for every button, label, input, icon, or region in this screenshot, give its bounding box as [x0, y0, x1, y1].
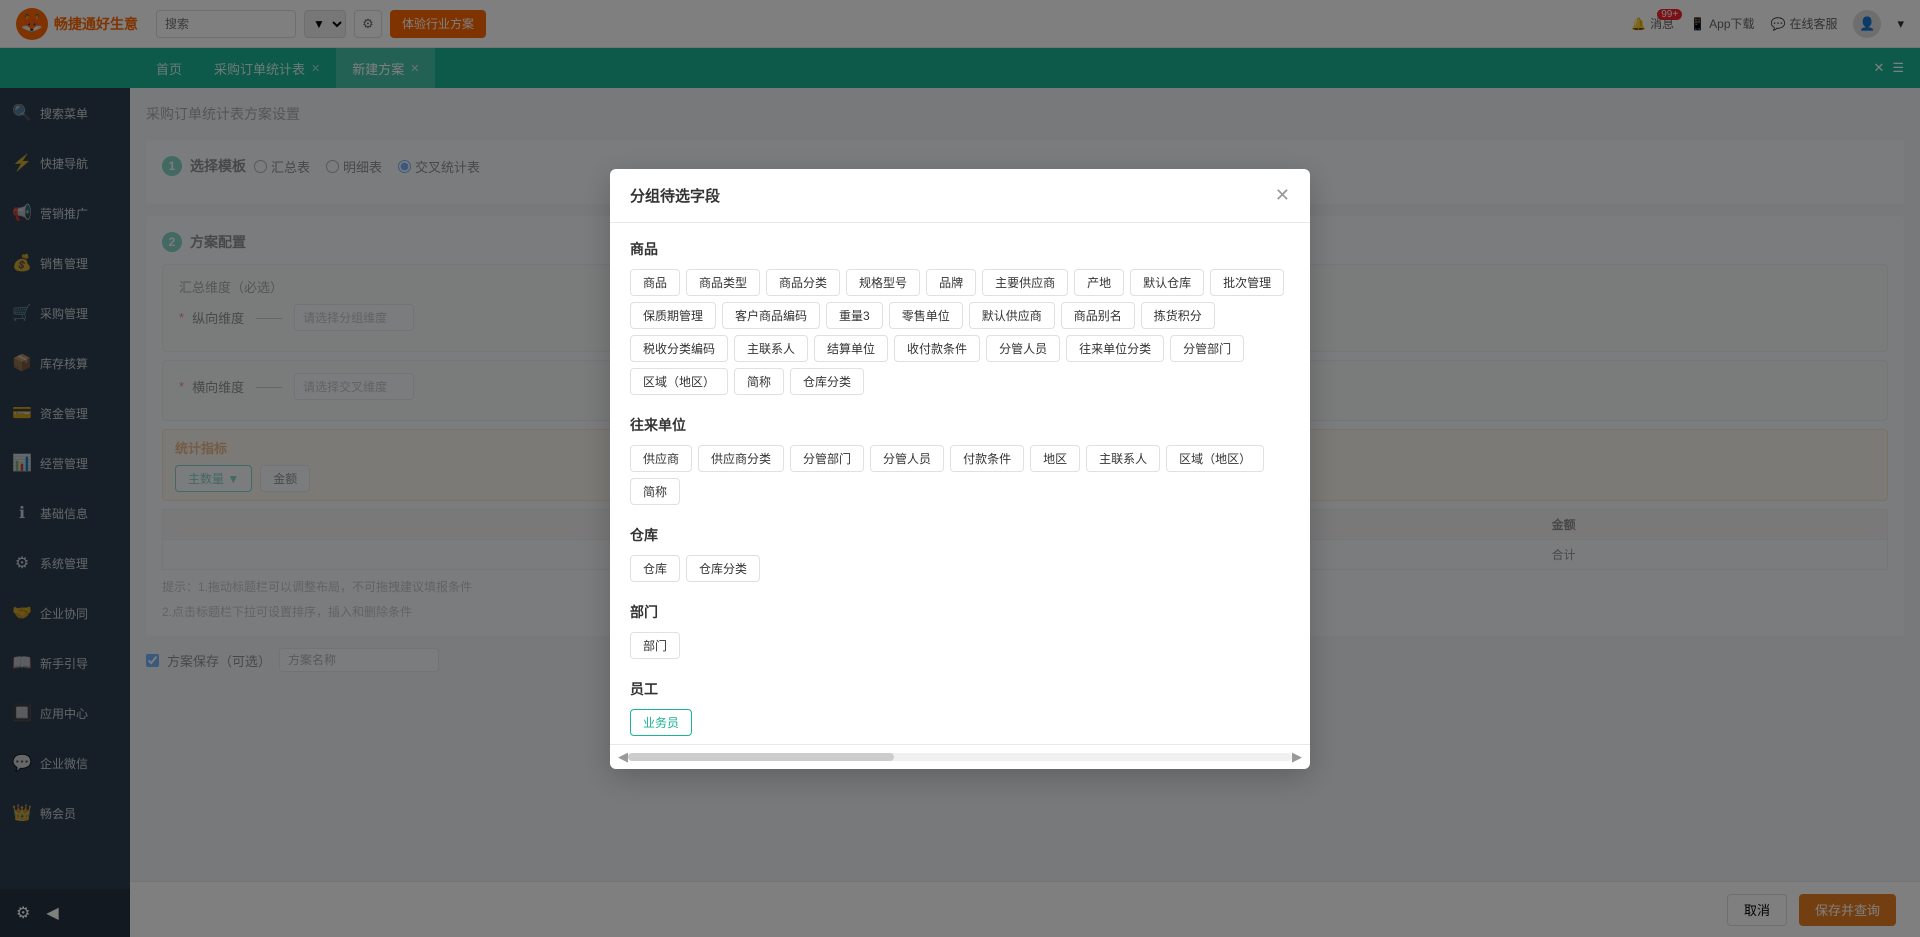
- field-tag-batch[interactable]: 批次管理: [1210, 269, 1284, 296]
- field-tag-main-supplier[interactable]: 主要供应商: [982, 269, 1068, 296]
- field-tag-area[interactable]: 地区: [1030, 445, 1080, 472]
- field-group-dept: 部门 部门: [630, 602, 1290, 659]
- field-group-warehouse: 仓库 仓库 仓库分类: [630, 525, 1290, 582]
- modal-body: 商品 商品 商品类型 商品分类 规格型号 品牌 主要供应商 产地 默认仓库 批次…: [610, 223, 1310, 744]
- field-tag-manage-dept[interactable]: 分管部门: [790, 445, 864, 472]
- field-group-dept-title: 部门: [630, 602, 1290, 622]
- field-group-goods-title: 商品: [630, 239, 1290, 259]
- scroll-left-arrow[interactable]: ◀: [618, 749, 628, 765]
- field-tag-salesperson[interactable]: 业务员: [630, 709, 692, 736]
- field-tags-goods: 商品 商品类型 商品分类 规格型号 品牌 主要供应商 产地 默认仓库 批次管理 …: [630, 269, 1290, 395]
- horizontal-scrollbar[interactable]: [628, 753, 1292, 761]
- field-tag-region[interactable]: 区域（地区）: [630, 368, 728, 395]
- field-tag-partner-cat[interactable]: 往来单位分类: [1066, 335, 1164, 362]
- field-tag-goods[interactable]: 商品: [630, 269, 680, 296]
- field-tag-manager[interactable]: 分管人员: [986, 335, 1060, 362]
- field-tags-warehouse: 仓库 仓库分类: [630, 555, 1290, 582]
- field-tag-pick-pts[interactable]: 拣货积分: [1141, 302, 1215, 329]
- field-tag-dept[interactable]: 分管部门: [1170, 335, 1244, 362]
- field-tag-spec[interactable]: 规格型号: [846, 269, 920, 296]
- field-tag-default-sup[interactable]: 默认供应商: [969, 302, 1055, 329]
- modal-header: 分组待选字段 ✕: [610, 169, 1310, 223]
- field-tag-alias[interactable]: 商品别名: [1061, 302, 1135, 329]
- field-tag-weight[interactable]: 重量3: [826, 302, 883, 329]
- field-tag-retail-unit[interactable]: 零售单位: [889, 302, 963, 329]
- field-tag-main-contact[interactable]: 主联系人: [734, 335, 808, 362]
- field-tags-employee: 业务员: [630, 709, 1290, 736]
- modal-close-button[interactable]: ✕: [1275, 186, 1290, 204]
- field-tag-warehouse-cat[interactable]: 仓库分类: [686, 555, 760, 582]
- field-tag-wh-cat[interactable]: 仓库分类: [790, 368, 864, 395]
- field-tag-settle-unit[interactable]: 结算单位: [814, 335, 888, 362]
- modal: 分组待选字段 ✕ 商品 商品 商品类型 商品分类 规格型号 品牌 主要供应商 产…: [610, 169, 1310, 769]
- field-group-warehouse-title: 仓库: [630, 525, 1290, 545]
- field-tag-region2[interactable]: 区域（地区）: [1166, 445, 1264, 472]
- field-tags-dept: 部门: [630, 632, 1290, 659]
- field-tag-brand[interactable]: 品牌: [926, 269, 976, 296]
- field-tag-manage-staff[interactable]: 分管人员: [870, 445, 944, 472]
- modal-title: 分组待选字段: [630, 185, 720, 206]
- h-scroll-thumb: [628, 753, 894, 761]
- field-tag-supplier-cat[interactable]: 供应商分类: [698, 445, 784, 472]
- field-tags-partner: 供应商 供应商分类 分管部门 分管人员 付款条件 地区 主联系人 区域（地区） …: [630, 445, 1290, 505]
- field-group-employee-title: 员工: [630, 679, 1290, 699]
- modal-footer: ◀ ▶: [610, 744, 1310, 769]
- field-tag-cust-code[interactable]: 客户商品编码: [722, 302, 820, 329]
- field-tag-department[interactable]: 部门: [630, 632, 680, 659]
- field-tag-default-wh[interactable]: 默认仓库: [1130, 269, 1204, 296]
- field-tag-goods-type[interactable]: 商品类型: [686, 269, 760, 296]
- field-group-employee: 员工 业务员: [630, 679, 1290, 736]
- field-group-partner-title: 往来单位: [630, 415, 1290, 435]
- field-tag-expiry[interactable]: 保质期管理: [630, 302, 716, 329]
- field-tag-origin[interactable]: 产地: [1074, 269, 1124, 296]
- field-tag-pay-cond[interactable]: 付款条件: [950, 445, 1024, 472]
- field-tag-payment-cond[interactable]: 收付款条件: [894, 335, 980, 362]
- field-group-goods: 商品 商品 商品类型 商品分类 规格型号 品牌 主要供应商 产地 默认仓库 批次…: [630, 239, 1290, 395]
- field-tag-warehouse[interactable]: 仓库: [630, 555, 680, 582]
- field-tag-short-name[interactable]: 简称: [734, 368, 784, 395]
- modal-overlay: 分组待选字段 ✕ 商品 商品 商品类型 商品分类 规格型号 品牌 主要供应商 产…: [0, 0, 1920, 937]
- field-tag-goods-cat[interactable]: 商品分类: [766, 269, 840, 296]
- scroll-right-arrow[interactable]: ▶: [1292, 749, 1302, 765]
- field-group-partner: 往来单位 供应商 供应商分类 分管部门 分管人员 付款条件 地区 主联系人 区域…: [630, 415, 1290, 505]
- field-tag-supplier[interactable]: 供应商: [630, 445, 692, 472]
- field-tag-abbrev[interactable]: 简称: [630, 478, 680, 505]
- field-tag-tax-code[interactable]: 税收分类编码: [630, 335, 728, 362]
- field-tag-contact[interactable]: 主联系人: [1086, 445, 1160, 472]
